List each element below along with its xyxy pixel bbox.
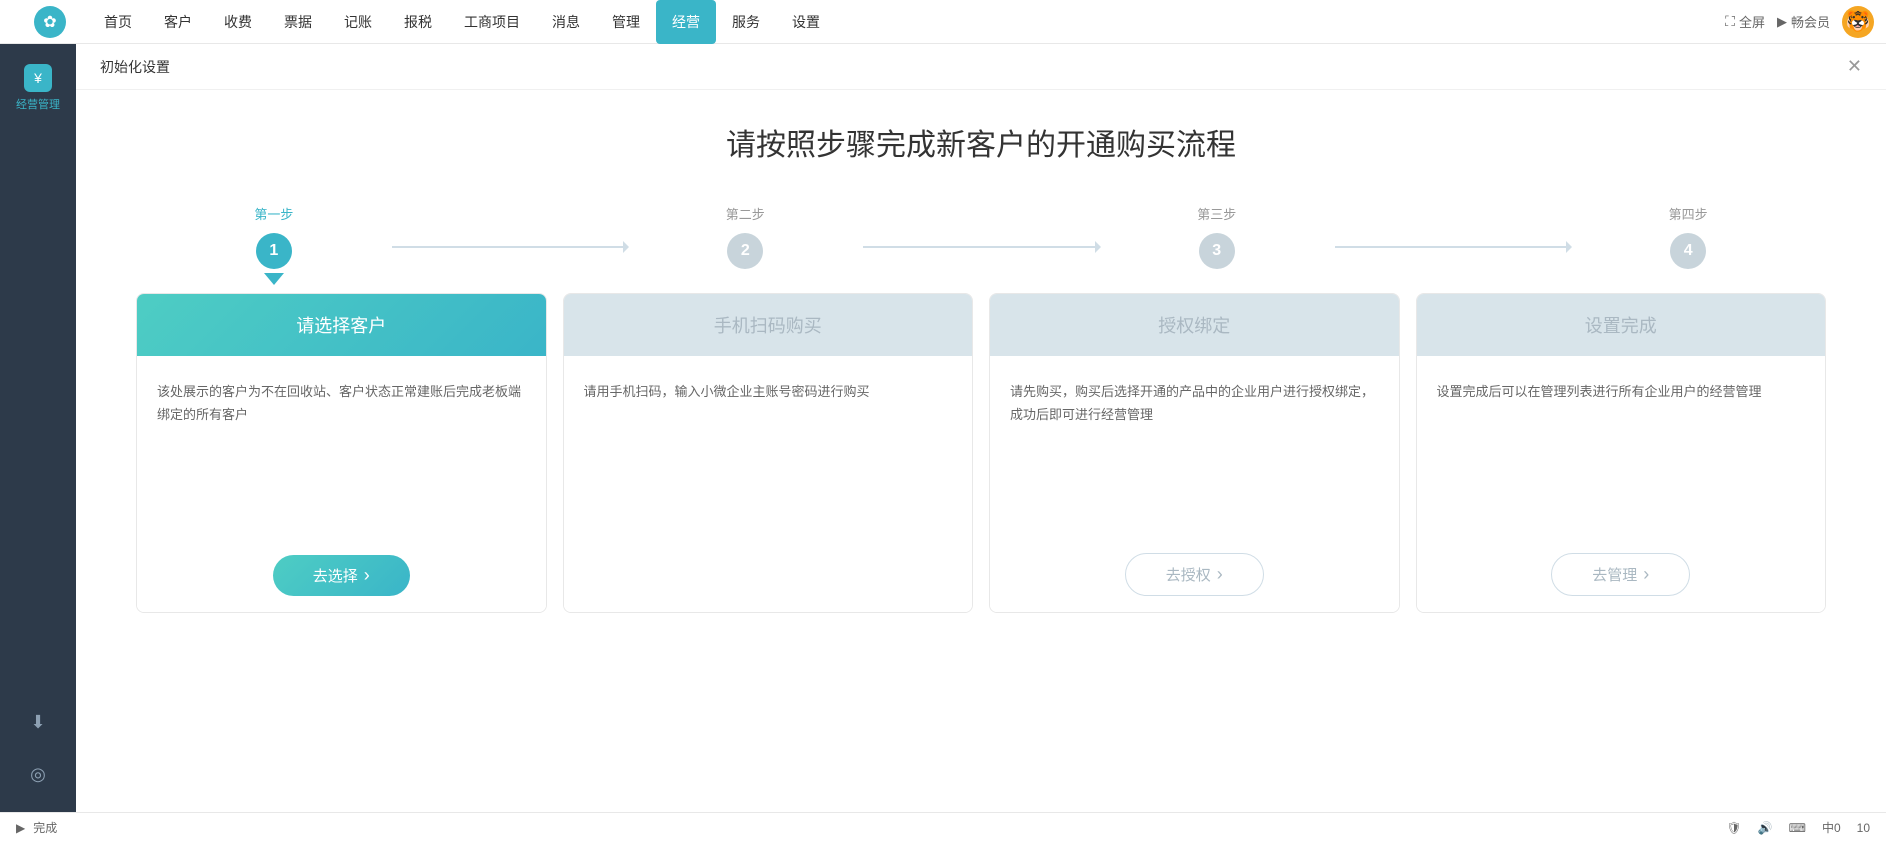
nav-message[interactable]: 消息: [536, 0, 596, 44]
main-content: 请按照步骤完成新客户的开通购买流程 第一步 1 第二步 2: [76, 90, 1886, 810]
input-method-label: 中0: [1822, 819, 1841, 836]
nav-bill[interactable]: 票据: [268, 0, 328, 44]
nav-fee[interactable]: 收费: [208, 0, 268, 44]
main-layout: ¥ 经营管理 ⬇ ◎ 初始化设置 ✕ 请按照步骤完成新客户的开通购买流程 第: [0, 44, 1886, 812]
nav-business[interactable]: 工商项目: [448, 0, 536, 44]
step3-label: 第三步: [1197, 204, 1236, 223]
volume-icon: 🔊: [1758, 821, 1773, 835]
operation-icon: ¥: [24, 64, 52, 92]
sidebar: ¥ 经营管理 ⬇ ◎: [0, 44, 76, 812]
card2-footer: [564, 580, 973, 612]
go-auth-label: 去授权: [1166, 564, 1211, 585]
fullscreen-icon: ⛶: [1725, 13, 1735, 30]
card1-title: 请选择客户: [137, 294, 546, 356]
status-bar: ▶ 完成 🛡 🔊 ⌨ 中0 10: [0, 812, 1886, 842]
step2-circle: 2: [727, 233, 763, 269]
avatar-image: 🐯: [1846, 9, 1871, 34]
step4-label: 第四步: [1669, 204, 1708, 223]
logo-icon: ✿: [34, 6, 66, 38]
fullscreen-btn[interactable]: ⛶ 全屏: [1725, 12, 1765, 31]
card3-body: 请先购买，购买后选择开通的产品中的企业用户进行授权绑定，成功后即可进行经营管理: [990, 356, 1399, 537]
step1-pointer: [264, 273, 284, 285]
nav-customer[interactable]: 客户: [148, 0, 208, 44]
card-step4: 设置完成 设置完成后可以在管理列表进行所有企业用户的经营管理 去管理 ›: [1416, 293, 1827, 613]
nav-accounting[interactable]: 记账: [328, 0, 388, 44]
play-btn[interactable]: ▶: [16, 821, 25, 835]
go-manage-label: 去管理: [1592, 564, 1637, 585]
go-manage-button[interactable]: 去管理 ›: [1551, 553, 1690, 596]
keyboard-icon: ⌨: [1789, 821, 1806, 835]
time-label: 10: [1857, 821, 1870, 835]
step1-label: 第一步: [254, 204, 293, 223]
card-step3: 授权绑定 请先购买，购买后选择开通的产品中的企业用户进行授权绑定，成功后即可进行…: [989, 293, 1400, 613]
go-manage-arrow: ›: [1643, 564, 1649, 585]
sidebar-item-support[interactable]: ◎: [24, 748, 52, 800]
nav-settings[interactable]: 设置: [776, 0, 836, 44]
cards-container: 请选择客户 该处展示的客户为不在回收站、客户状态正常建账后完成老板端绑定的所有客…: [136, 293, 1826, 613]
step2-label: 第二步: [726, 204, 765, 223]
go-auth-button[interactable]: 去授权 ›: [1125, 553, 1264, 596]
close-button[interactable]: ✕: [1847, 56, 1862, 77]
card4-footer: 去管理 ›: [1417, 537, 1826, 612]
card4-body: 设置完成后可以在管理列表进行所有企业用户的经营管理: [1417, 356, 1826, 537]
card1-body: 该处展示的客户为不在回收站、客户状态正常建账后完成老板端绑定的所有客户: [137, 356, 546, 539]
top-nav: ✿ 首页 客户 收费 票据 记账 报税 工商项目 消息 管理 经营 服务 设置 …: [0, 0, 1886, 44]
card2-body: 请用手机扫码，输入小微企业主账号密码进行购买: [564, 356, 973, 580]
member-btn[interactable]: ▶ 畅会员: [1777, 12, 1830, 31]
go-select-label: 去选择: [313, 565, 358, 586]
sidebar-bottom: ⬇ ◎: [24, 696, 52, 812]
card4-title: 设置完成: [1417, 294, 1826, 356]
support-icon: ◎: [24, 760, 52, 788]
nav-tax[interactable]: 报税: [388, 0, 448, 44]
go-select-button[interactable]: 去选择 ›: [273, 555, 410, 596]
shield-icon: 🛡: [1726, 821, 1741, 835]
card3-footer: 去授权 ›: [990, 537, 1399, 612]
go-select-arrow: ›: [364, 565, 370, 586]
card1-footer: 去选择 ›: [137, 539, 546, 612]
logo[interactable]: ✿: [12, 6, 88, 38]
play-icon: ▶: [1777, 14, 1787, 30]
nav-operation[interactable]: 经营: [656, 0, 716, 44]
status-label: 完成: [33, 819, 57, 836]
nav-items: 首页 客户 收费 票据 记账 报税 工商项目 消息 管理 经营 服务 设置: [88, 0, 1725, 44]
download-icon: ⬇: [24, 708, 52, 736]
nav-service[interactable]: 服务: [716, 0, 776, 44]
nav-right: ⛶ 全屏 ▶ 畅会员 🐯: [1725, 6, 1874, 38]
step3-circle: 3: [1199, 233, 1235, 269]
avatar[interactable]: 🐯: [1842, 6, 1874, 38]
status-bar-right: 🛡 🔊 ⌨ 中0 10: [1726, 819, 1870, 836]
step4-circle: 4: [1670, 233, 1706, 269]
sidebar-item-operation[interactable]: ¥ 经营管理: [0, 52, 76, 124]
page-title: 请按照步骤完成新客户的开通购买流程: [136, 120, 1826, 164]
card3-title: 授权绑定: [990, 294, 1399, 356]
nav-manage[interactable]: 管理: [596, 0, 656, 44]
step1-circle: 1: [256, 233, 292, 269]
card-step2: 手机扫码购买 请用手机扫码，输入小微企业主账号密码进行购买: [563, 293, 974, 613]
fullscreen-label: 全屏: [1739, 12, 1765, 31]
sidebar-item-download[interactable]: ⬇: [24, 696, 52, 748]
content-area: 初始化设置 ✕ 请按照步骤完成新客户的开通购买流程 第一步 1: [76, 44, 1886, 812]
card-step1: 请选择客户 该处展示的客户为不在回收站、客户状态正常建账后完成老板端绑定的所有客…: [136, 293, 547, 613]
breadcrumb: 初始化设置: [100, 57, 170, 77]
nav-home[interactable]: 首页: [88, 0, 148, 44]
content-header: 初始化设置 ✕: [76, 44, 1886, 90]
card2-title: 手机扫码购买: [564, 294, 973, 356]
member-label: 畅会员: [1791, 12, 1830, 31]
go-auth-arrow: ›: [1217, 564, 1223, 585]
sidebar-item-operation-label: 经营管理: [16, 96, 60, 112]
